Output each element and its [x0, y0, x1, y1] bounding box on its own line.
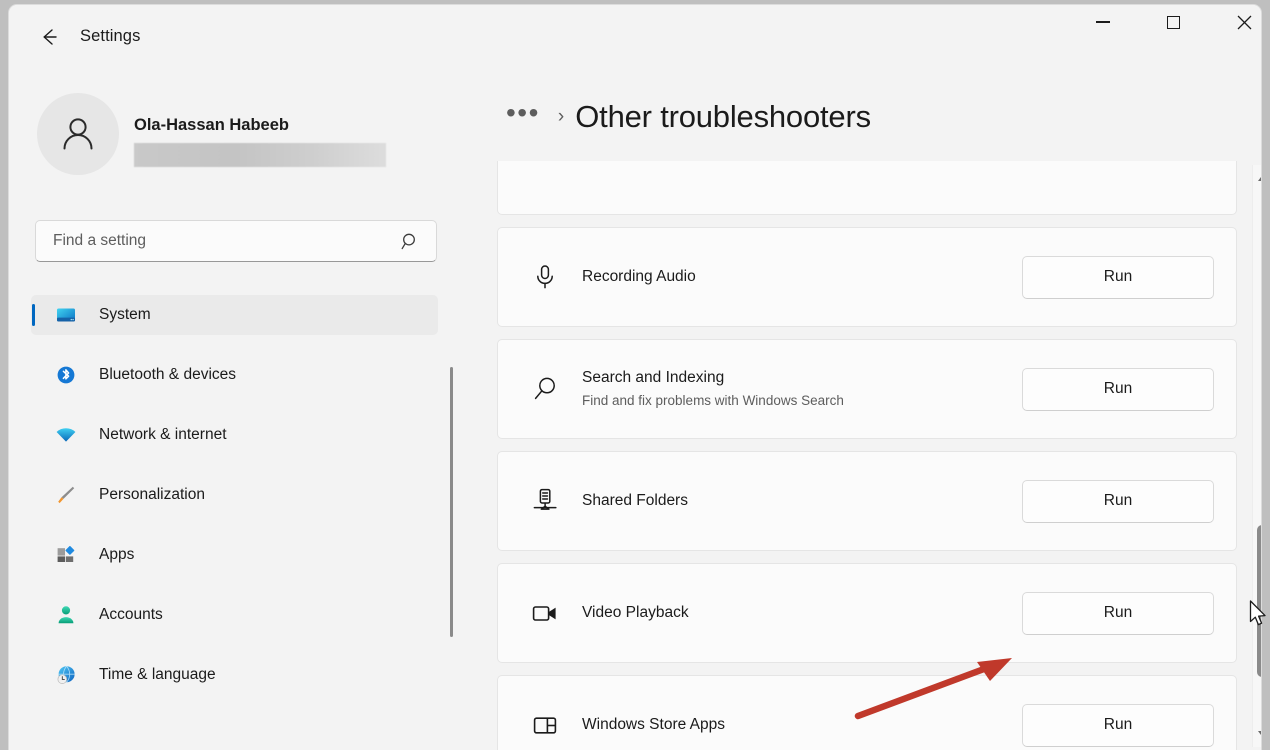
card-description: Find and fix problems with Windows Searc…	[582, 393, 844, 408]
globe-clock-icon	[55, 664, 77, 686]
app-title: Settings	[80, 27, 141, 45]
person-icon	[55, 604, 77, 626]
profile-block[interactable]: Ola-Hassan Habeeb	[33, 91, 433, 179]
store-window-icon	[526, 710, 564, 740]
breadcrumb: ••• › Other troubleshooters	[497, 93, 871, 141]
scroll-thumb[interactable]	[1257, 525, 1261, 677]
card-text: Shared Folders	[582, 491, 1022, 511]
scroll-up-arrow-icon[interactable]	[1253, 169, 1261, 187]
card-text: Video Playback	[582, 603, 1022, 623]
search-input[interactable]	[36, 232, 401, 250]
back-arrow-icon	[43, 29, 57, 45]
troubleshooter-card[interactable]: Recording Audio Run	[497, 227, 1237, 327]
troubleshooter-card-partial-top[interactable]	[497, 161, 1237, 215]
card-title: Search and Indexing	[582, 369, 725, 386]
search-icon	[401, 232, 420, 251]
apps-grid-icon	[55, 544, 77, 566]
video-camera-icon	[526, 598, 564, 628]
run-button[interactable]: Run	[1022, 255, 1214, 299]
card-inner: Windows Store Apps Run	[498, 676, 1238, 750]
sidebar-item-bluetooth-devices[interactable]: Bluetooth & devices	[31, 355, 438, 395]
troubleshooter-card[interactable]: Shared Folders Run	[497, 451, 1237, 551]
profile-name: Ola-Hassan Habeeb	[134, 116, 289, 134]
run-button[interactable]: Run	[1022, 703, 1214, 747]
run-button[interactable]: Run	[1022, 479, 1214, 523]
card-title: Shared Folders	[582, 492, 688, 509]
scroll-down-arrow-icon[interactable]	[1253, 725, 1261, 743]
close-icon	[1237, 15, 1252, 29]
minimize-button[interactable]	[1079, 5, 1126, 39]
card-inner: Search and Indexing Find and fix problem…	[498, 340, 1238, 438]
sidebar-item-label: System	[99, 306, 151, 323]
breadcrumb-more-button[interactable]: •••	[497, 99, 549, 132]
card-inner: Video Playback Run	[498, 564, 1238, 662]
sidebar-item-network-internet[interactable]: Network & internet	[31, 415, 438, 455]
avatar	[37, 93, 119, 175]
card-inner: Shared Folders Run	[498, 452, 1238, 550]
network-server-icon	[526, 486, 564, 516]
sidebar-item-apps[interactable]: Apps	[31, 535, 438, 575]
main-content: ••• › Other troubleshooters Recording Au…	[465, 69, 1261, 750]
close-button[interactable]	[1221, 5, 1261, 39]
person-icon	[63, 118, 93, 150]
sidebar-item-personalization[interactable]: Personalization	[31, 475, 438, 515]
page-title: Other troubleshooters	[575, 99, 871, 134]
title-bar: Settings	[9, 5, 1261, 69]
wifi-icon	[55, 424, 77, 446]
settings-window: Settings Ola-Hassan Habeeb Find a settin…	[8, 4, 1262, 750]
card-inner: Recording Audio Run	[498, 228, 1238, 326]
search-box[interactable]	[35, 220, 437, 262]
card-text: Recording Audio	[582, 267, 1022, 287]
main-scrollbar[interactable]	[1252, 165, 1261, 747]
sidebar-item-system[interactable]: System	[31, 295, 438, 335]
maximize-button[interactable]	[1150, 5, 1197, 39]
maximize-icon	[1167, 15, 1180, 29]
card-text: Search and Indexing Find and fix problem…	[582, 368, 1022, 410]
minimize-icon	[1095, 21, 1110, 23]
monitor-icon	[55, 304, 77, 326]
card-title: Windows Store Apps	[582, 716, 726, 733]
back-button[interactable]	[29, 19, 69, 55]
sidebar-item-label: Network & internet	[99, 426, 227, 443]
sidebar-item-label: Time & language	[99, 666, 216, 683]
sidebar-item-label: Bluetooth & devices	[99, 366, 237, 383]
troubleshooter-card[interactable]: Search and Indexing Find and fix problem…	[497, 339, 1237, 439]
bluetooth-icon	[55, 364, 77, 386]
profile-email-redacted	[134, 143, 386, 167]
card-title: Recording Audio	[582, 268, 696, 285]
troubleshooter-card[interactable]: Windows Store Apps Run	[497, 675, 1237, 750]
sidebar-item-label: Personalization	[99, 486, 205, 503]
troubleshooter-list: Recording Audio Run Search and Indexing …	[465, 161, 1261, 750]
chevron-right-icon: ›	[557, 106, 565, 127]
run-button[interactable]: Run	[1022, 591, 1214, 635]
sidebar-item-time-language[interactable]: Time & language	[31, 655, 438, 695]
card-title: Video Playback	[582, 604, 689, 621]
sidebar-scroll-thumb[interactable]	[450, 367, 453, 637]
troubleshooter-card[interactable]: Video Playback Run	[497, 563, 1237, 663]
card-inner	[498, 161, 1238, 214]
card-text: Windows Store Apps	[582, 715, 1022, 735]
sidebar-item-label: Accounts	[99, 606, 163, 623]
microphone-icon	[526, 262, 564, 292]
run-button[interactable]: Run	[1022, 367, 1214, 411]
sidebar: Ola-Hassan Habeeb Find a setting System …	[9, 69, 465, 750]
navigation-list: System Bluetooth & devices Network & int…	[9, 295, 465, 715]
magnifier-icon	[526, 374, 564, 404]
paintbrush-icon	[55, 484, 77, 506]
sidebar-item-accounts[interactable]: Accounts	[31, 595, 438, 635]
sidebar-item-label: Apps	[99, 546, 135, 563]
